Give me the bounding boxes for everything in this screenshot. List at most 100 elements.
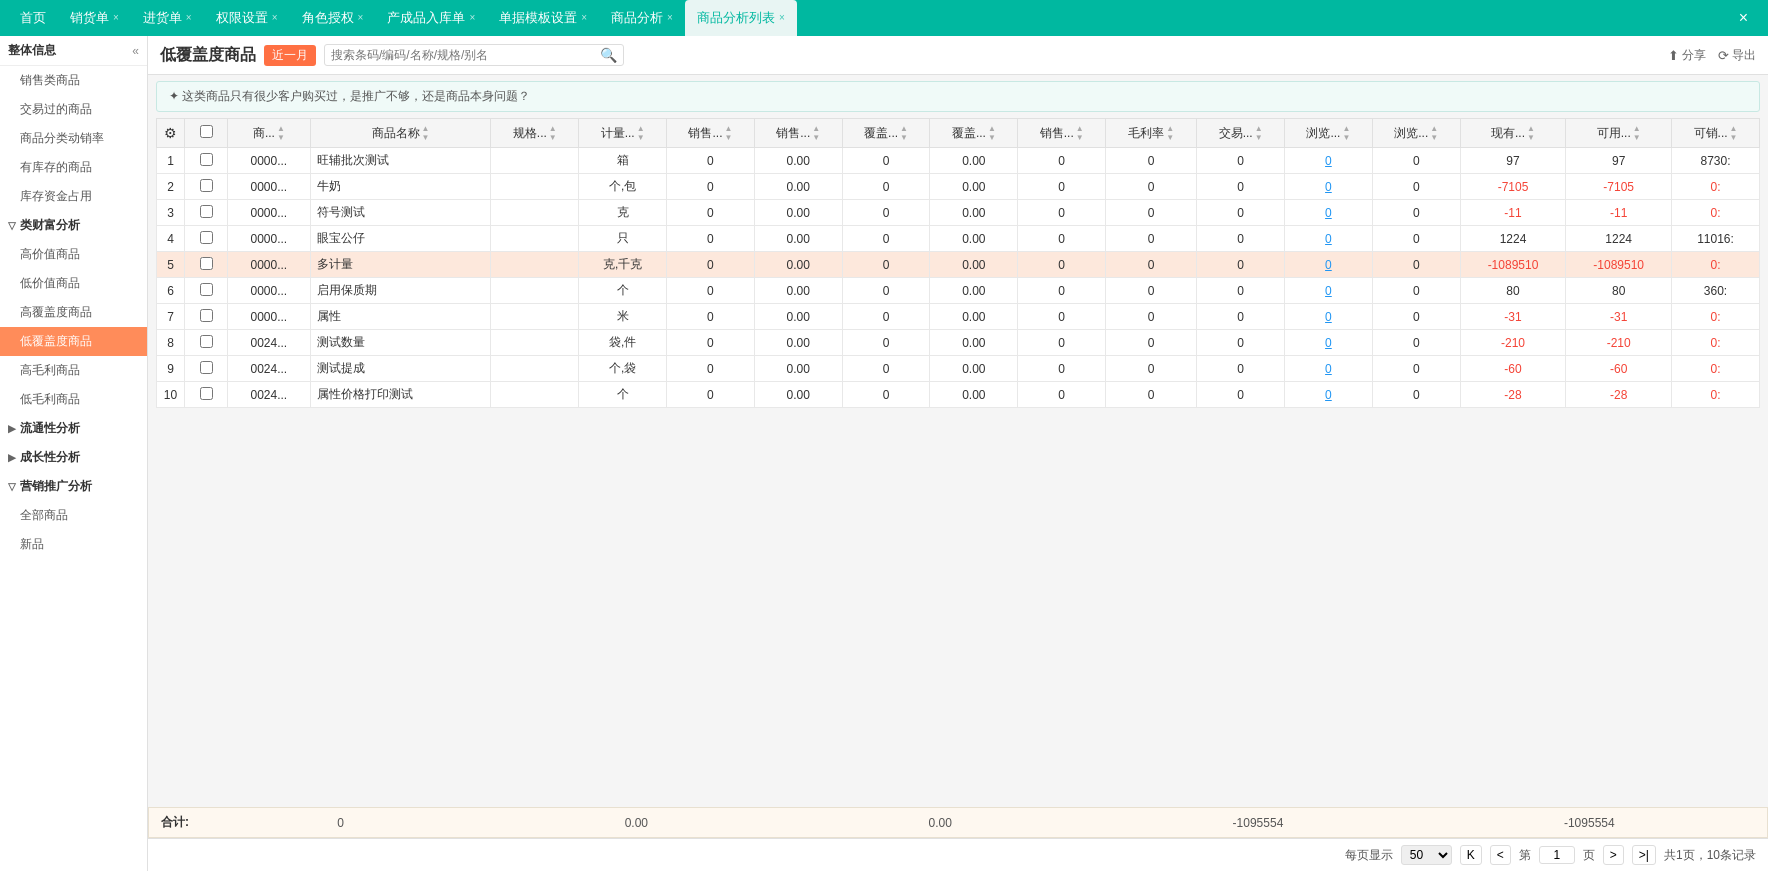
col-sales3[interactable]: 销售...▲▼ — [1018, 119, 1106, 148]
row-checkbox[interactable] — [185, 148, 228, 174]
row-cover1: 0 — [842, 278, 930, 304]
col-current[interactable]: 现有...▲▼ — [1460, 119, 1566, 148]
nav-role[interactable]: 角色授权 × — [290, 0, 376, 36]
row-checkbox[interactable] — [185, 356, 228, 382]
row-select-checkbox[interactable] — [200, 335, 213, 348]
sidebar-item-高覆盖度商品[interactable]: 高覆盖度商品 — [0, 298, 147, 327]
nav-sales[interactable]: 销货单 × — [58, 0, 131, 36]
row-checkbox[interactable] — [185, 200, 228, 226]
search-input-wrap: 🔍 — [324, 44, 624, 66]
row-checkbox[interactable] — [185, 174, 228, 200]
row-checkbox[interactable] — [185, 304, 228, 330]
page-size-select[interactable]: 20 50 100 200 — [1401, 845, 1452, 865]
date-filter-button[interactable]: 近一月 — [264, 45, 316, 66]
sidebar-section-类财富分析[interactable]: ▽ 类财富分析 — [0, 211, 147, 240]
row-checkbox[interactable] — [185, 252, 228, 278]
export-button[interactable]: ⟳ 导出 — [1718, 47, 1756, 64]
prev-page-button[interactable]: < — [1490, 845, 1511, 865]
nav-template-close[interactable]: × — [581, 0, 587, 36]
nav-home[interactable]: 首页 — [8, 0, 58, 36]
sidebar-item-全部商品[interactable]: 全部商品 — [0, 501, 147, 530]
col-cover1[interactable]: 覆盖...▲▼ — [842, 119, 930, 148]
row-saleable: 0: — [1672, 356, 1760, 382]
row-checkbox[interactable] — [185, 382, 228, 408]
col-sales2[interactable]: 销售...▲▼ — [754, 119, 842, 148]
row-checkbox[interactable] — [185, 226, 228, 252]
sidebar-section-营销推广分析[interactable]: ▽ 营销推广分析 — [0, 472, 147, 501]
sidebar-item-销售类商品[interactable]: 销售类商品 — [0, 66, 147, 95]
nav-purchase-close[interactable]: × — [186, 0, 192, 36]
sidebar-item-高价值商品[interactable]: 高价值商品 — [0, 240, 147, 269]
row-select-checkbox[interactable] — [200, 231, 213, 244]
first-page-button[interactable]: K — [1460, 845, 1482, 865]
nav-role-close[interactable]: × — [358, 0, 364, 36]
row-trade: 0 — [1197, 252, 1285, 278]
sidebar-section-成长性分析[interactable]: ▶ 成长性分析 — [0, 443, 147, 472]
row-browse1[interactable]: 0 — [1285, 356, 1373, 382]
col-gross-margin[interactable]: 毛利率▲▼ — [1106, 119, 1197, 148]
sidebar-item-有库存的商品[interactable]: 有库存的商品 — [0, 153, 147, 182]
nav-product-inbound-close[interactable]: × — [469, 0, 475, 36]
page-number-input[interactable] — [1539, 846, 1575, 864]
sidebar-item-低毛利商品[interactable]: 低毛利商品 — [0, 385, 147, 414]
row-select-checkbox[interactable] — [200, 205, 213, 218]
col-sales1[interactable]: 销售...▲▼ — [667, 119, 755, 148]
row-select-checkbox[interactable] — [200, 283, 213, 296]
nav-product-analysis-close[interactable]: × — [667, 0, 673, 36]
row-browse1[interactable]: 0 — [1285, 226, 1373, 252]
sidebar-section-流通性分析[interactable]: ▶ 流通性分析 — [0, 414, 147, 443]
nav-product-inbound[interactable]: 产成品入库单 × — [375, 0, 487, 36]
sidebar-collapse-btn[interactable]: « — [132, 44, 139, 58]
row-browse1[interactable]: 0 — [1285, 278, 1373, 304]
nav-permission[interactable]: 权限设置 × — [204, 0, 290, 36]
sidebar-item-库存资金占用[interactable]: 库存资金占用 — [0, 182, 147, 211]
col-cover2[interactable]: 覆盖...▲▼ — [930, 119, 1018, 148]
row-browse1[interactable]: 0 — [1285, 174, 1373, 200]
row-browse1[interactable]: 0 — [1285, 304, 1373, 330]
row-browse1[interactable]: 0 — [1285, 148, 1373, 174]
col-checkbox[interactable] — [185, 119, 228, 148]
row-checkbox[interactable] — [185, 330, 228, 356]
col-spec[interactable]: 规格...▲▼ — [491, 119, 579, 148]
row-select-checkbox[interactable] — [200, 257, 213, 270]
sidebar-item-高毛利商品[interactable]: 高毛利商品 — [0, 356, 147, 385]
nav-template[interactable]: 单据模板设置 × — [487, 0, 599, 36]
sidebar-item-低覆盖度商品[interactable]: 低覆盖度商品 — [0, 327, 147, 356]
col-saleable[interactable]: 可销...▲▼ — [1672, 119, 1760, 148]
row-select-checkbox[interactable] — [200, 387, 213, 400]
col-browse2[interactable]: 浏览...▲▼ — [1372, 119, 1460, 148]
sidebar-item-商品分类动销率[interactable]: 商品分类动销率 — [0, 124, 147, 153]
next-page-button[interactable]: > — [1603, 845, 1624, 865]
search-icon[interactable]: 🔍 — [600, 47, 617, 63]
row-select-checkbox[interactable] — [200, 179, 213, 192]
col-browse1[interactable]: 浏览...▲▼ — [1285, 119, 1373, 148]
search-input[interactable] — [331, 48, 600, 62]
row-browse1[interactable]: 0 — [1285, 382, 1373, 408]
row-select-checkbox[interactable] — [200, 153, 213, 166]
col-available[interactable]: 可用...▲▼ — [1566, 119, 1672, 148]
sidebar-item-低价值商品[interactable]: 低价值商品 — [0, 269, 147, 298]
row-select-checkbox[interactable] — [200, 361, 213, 374]
row-browse1[interactable]: 0 — [1285, 252, 1373, 278]
sidebar-item-新品[interactable]: 新品 — [0, 530, 147, 559]
nav-product-analysis-list-close[interactable]: × — [779, 0, 785, 36]
window-close-button[interactable]: × — [1727, 9, 1760, 26]
select-all-checkbox[interactable] — [200, 125, 213, 138]
nav-sales-close[interactable]: × — [113, 0, 119, 36]
col-unit[interactable]: 计量...▲▼ — [579, 119, 667, 148]
col-code[interactable]: 商...▲▼ — [228, 119, 310, 148]
nav-permission-close[interactable]: × — [272, 0, 278, 36]
nav-product-analysis-list[interactable]: 商品分析列表 × — [685, 0, 797, 36]
col-trade[interactable]: 交易...▲▼ — [1197, 119, 1285, 148]
share-button[interactable]: ⬆ 分享 — [1668, 47, 1706, 64]
nav-purchase[interactable]: 进货单 × — [131, 0, 204, 36]
sidebar-item-交易过的商品[interactable]: 交易过的商品 — [0, 95, 147, 124]
row-browse1[interactable]: 0 — [1285, 330, 1373, 356]
nav-product-analysis[interactable]: 商品分析 × — [599, 0, 685, 36]
col-settings[interactable]: ⚙ — [157, 119, 185, 148]
last-page-button[interactable]: >| — [1632, 845, 1656, 865]
row-checkbox[interactable] — [185, 278, 228, 304]
row-select-checkbox[interactable] — [200, 309, 213, 322]
row-browse1[interactable]: 0 — [1285, 200, 1373, 226]
col-name[interactable]: 商品名称▲▼ — [310, 119, 491, 148]
